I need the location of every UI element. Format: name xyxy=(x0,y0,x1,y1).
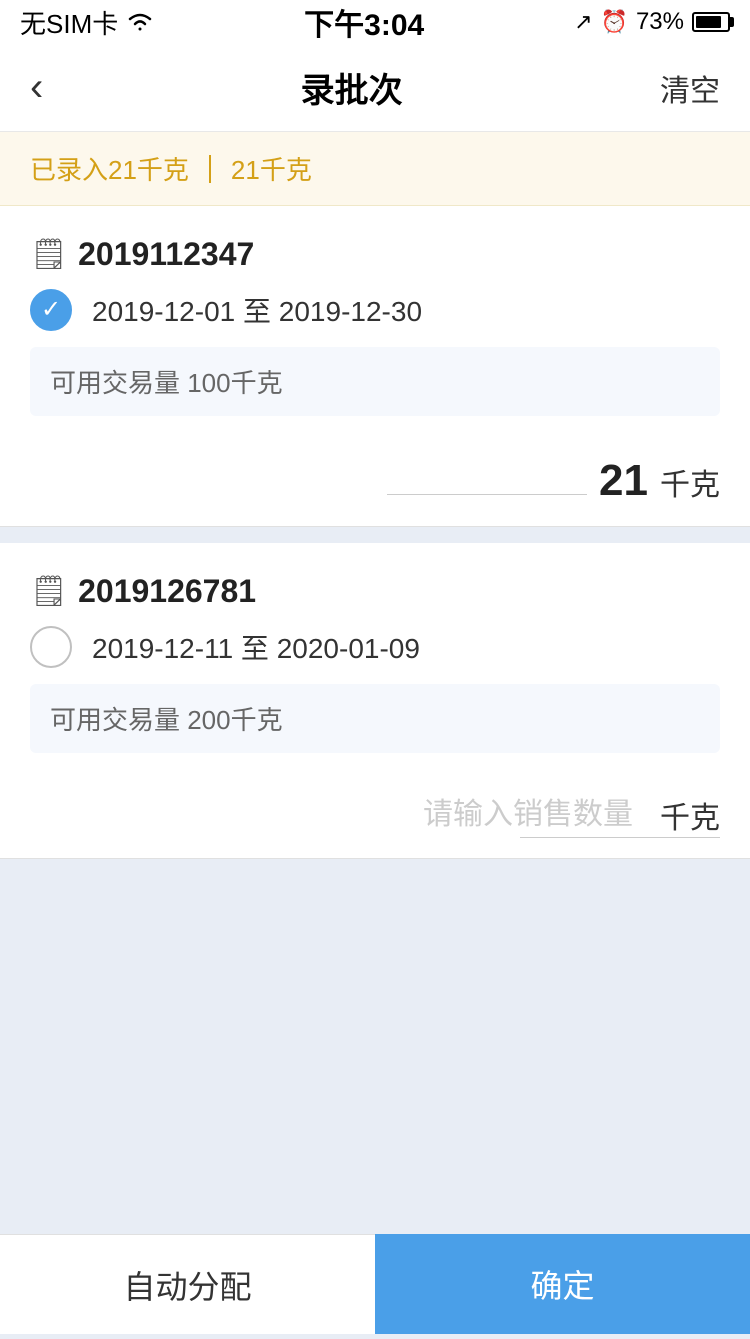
location-icon: ↗ xyxy=(574,9,592,35)
card1-icon: 🗒 xyxy=(30,237,68,272)
recorded-label: 已录入21千克 xyxy=(30,150,189,187)
card2-row[interactable]: 2019-12-11 至 2020-01-09 xyxy=(30,626,720,668)
batch-card-2: 🗒 2019126781 2019-12-11 至 2020-01-09 可用交… xyxy=(0,543,750,773)
check-icon: ✓ xyxy=(41,298,61,322)
card2-input-row: 千克 xyxy=(0,773,750,859)
input-wrapper: 千克 xyxy=(30,793,720,838)
content-area: 🗒 2019112347 ✓ 2019-12-01 至 2019-12-30 可… xyxy=(0,206,750,1339)
card2-radio[interactable] xyxy=(30,626,72,668)
card1-radio[interactable]: ✓ xyxy=(30,289,72,331)
card1-number: 2019112347 xyxy=(78,236,254,273)
input-inner[interactable]: 千克 xyxy=(30,793,720,837)
nav-bar: ‹ 录批次 清空 xyxy=(0,44,750,132)
page-title: 录批次 xyxy=(301,63,403,112)
auto-distribute-button[interactable]: 自动分配 xyxy=(0,1234,375,1334)
amount-line xyxy=(387,494,587,495)
bottom-bar: 自动分配 确定 xyxy=(0,1234,750,1334)
status-left: 无SIM卡 xyxy=(20,4,154,41)
back-button[interactable]: ‹ xyxy=(30,65,43,110)
card1-amount-unit: 千克 xyxy=(660,460,720,504)
sale-quantity-input[interactable] xyxy=(30,798,648,832)
card2-unit: 千克 xyxy=(660,793,720,837)
card2-header: 🗒 2019126781 xyxy=(30,573,720,610)
clear-button[interactable]: 清空 xyxy=(660,66,720,110)
card2-available: 可用交易量 200千克 xyxy=(30,684,720,753)
card2-number: 2019126781 xyxy=(78,573,256,610)
amount-wrapper: 21 千克 xyxy=(387,456,720,506)
card1-row[interactable]: ✓ 2019-12-01 至 2019-12-30 xyxy=(30,289,720,331)
recorded-value: 21千克 xyxy=(231,150,312,187)
card2-date-range: 2019-12-11 至 2020-01-09 xyxy=(92,627,420,667)
card1-amount-row: 21 千克 xyxy=(0,436,750,527)
card1-header: 🗒 2019112347 xyxy=(30,236,720,273)
status-time: 下午3:04 xyxy=(304,0,424,44)
wifi-icon xyxy=(126,11,154,33)
battery-percent: 73% xyxy=(636,8,684,36)
amount-inner: 21 千克 xyxy=(387,456,720,506)
card1-amount-value: 21 xyxy=(599,456,648,506)
alarm-icon: ⏰ xyxy=(601,9,628,35)
batch-card-1: 🗒 2019112347 ✓ 2019-12-01 至 2019-12-30 可… xyxy=(0,206,750,436)
status-bar: 无SIM卡 下午3:04 ↗ ⏰ 73% xyxy=(0,0,750,44)
info-divider xyxy=(209,155,211,183)
input-line xyxy=(520,837,720,838)
card1-date-range: 2019-12-01 至 2019-12-30 xyxy=(92,290,422,330)
card-divider xyxy=(0,527,750,543)
carrier-text: 无SIM卡 xyxy=(20,4,118,41)
card2-icon: 🗒 xyxy=(30,574,68,609)
card1-available: 可用交易量 100千克 xyxy=(30,347,720,416)
status-right: ↗ ⏰ 73% xyxy=(574,8,730,36)
confirm-button[interactable]: 确定 xyxy=(375,1234,750,1334)
battery-icon xyxy=(692,12,730,32)
info-banner: 已录入21千克 21千克 xyxy=(0,132,750,206)
